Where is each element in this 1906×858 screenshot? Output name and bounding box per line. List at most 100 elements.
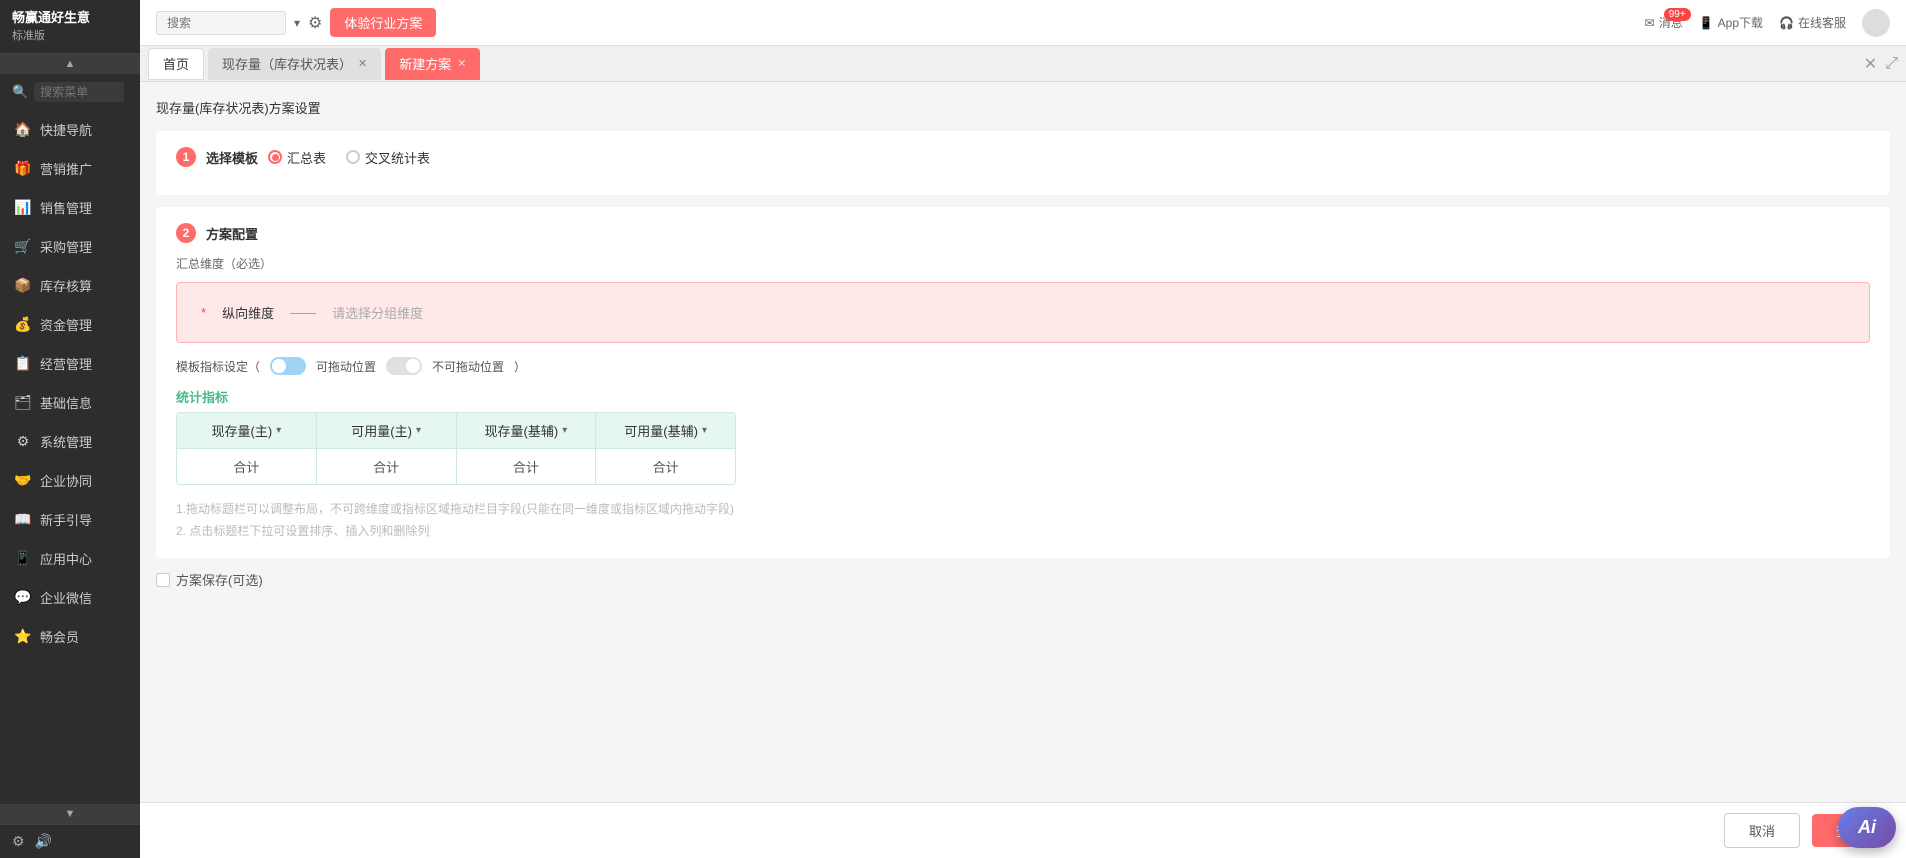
- chevron-down-icon-0: ▾: [276, 425, 281, 436]
- template-settings-label: 模板指标设定（: [176, 358, 260, 375]
- sidebar-bottom: ⚙ 🔊: [0, 824, 140, 858]
- message-btn[interactable]: ✉ 消息 99+: [1645, 14, 1683, 31]
- app-subtitle: 标准版: [12, 27, 128, 43]
- tab-inventory-status[interactable]: 现存量（库存状况表） ✕: [208, 48, 381, 80]
- sidebar-item-operation[interactable]: 📋 经营管理: [0, 344, 140, 383]
- folder-icon: 🗂: [14, 393, 32, 411]
- tab-new-plan-close[interactable]: ✕: [457, 57, 466, 70]
- sidebar-item-sales[interactable]: 📊 销售管理: [0, 188, 140, 227]
- online-service-label: 在线客服: [1798, 14, 1846, 31]
- topbar-search-input[interactable]: [156, 11, 286, 35]
- step1-panel: 1 选择模板 汇总表 交叉统计表: [156, 131, 1890, 195]
- app-download-btn[interactable]: 📱 App下载: [1699, 14, 1763, 31]
- book-icon: 📖: [14, 510, 32, 528]
- sidebar-nav: 🔍 🏠 快捷导航 🎁 营销推广 📊 销售管理 🛒 采购管理 📦 库存核算 💰 资…: [0, 74, 140, 804]
- col-header-2[interactable]: 现存量(基辅) ▾: [457, 413, 597, 448]
- sidebar-item-label: 营销推广: [40, 159, 92, 178]
- handshake-icon: 🤝: [14, 471, 32, 489]
- sidebar-item-quicknav[interactable]: 🏠 快捷导航: [0, 110, 140, 149]
- audio-icon[interactable]: 🔊: [35, 833, 52, 850]
- sidebar-item-finance[interactable]: 💰 资金管理: [0, 305, 140, 344]
- headset-icon: 🎧: [1779, 16, 1794, 30]
- stats-header-row: 现存量(主) ▾ 可用量(主) ▾ 现存量(基辅) ▾ 可用量(基辅) ▾: [177, 413, 735, 449]
- sidebar-item-guide[interactable]: 📖 新手引导: [0, 500, 140, 539]
- dimension-placeholder[interactable]: 请选择分组维度: [332, 303, 423, 322]
- step2-header: 2 方案配置: [176, 223, 1870, 243]
- sidebar-item-basic[interactable]: 🗂 基础信息: [0, 383, 140, 422]
- avatar[interactable]: [1862, 9, 1890, 37]
- stats-data-row: 合计 合计 合计 合计: [177, 449, 735, 484]
- footer-bar: 取消 查询: [140, 802, 1906, 858]
- tab-home[interactable]: 首页: [148, 48, 204, 80]
- cart-icon: 🛒: [14, 237, 32, 255]
- sidebar-search-row[interactable]: 🔍: [0, 74, 140, 110]
- sidebar-item-label: 资金管理: [40, 315, 92, 334]
- topbar-dropdown[interactable]: ▾: [294, 16, 300, 30]
- step1-badge: 1: [176, 147, 196, 167]
- radio-cross[interactable]: 交叉统计表: [346, 148, 430, 167]
- dimension-box: * 纵向维度 —— 请选择分组维度: [176, 282, 1870, 343]
- cancel-button[interactable]: 取消: [1724, 813, 1800, 848]
- main-area: ▾ ⚙ 体验行业方案 ✉ 消息 99+ 📱 App下载 🎧 在线客服 首页: [140, 0, 1906, 858]
- sidebar-search-input[interactable]: [34, 82, 124, 102]
- radio-summary-circle: [268, 150, 282, 164]
- col-header-1[interactable]: 可用量(主) ▾: [317, 413, 457, 448]
- sidebar-item-label: 企业微信: [40, 588, 92, 607]
- template-settings-row: 模板指标设定（ 可拖动位置 不可拖动位置 ）: [176, 357, 1870, 375]
- sidebar-item-marketing[interactable]: 🎁 营销推广: [0, 149, 140, 188]
- topbar-left: ▾ ⚙ 体验行业方案: [156, 8, 1635, 37]
- sidebar-item-enterprise[interactable]: 🤝 企业协同: [0, 461, 140, 500]
- ai-bubble[interactable]: Ai: [1838, 807, 1896, 848]
- radio-summary[interactable]: 汇总表: [268, 148, 326, 167]
- step2-panel: 2 方案配置 汇总维度（必选） * 纵向维度 —— 请选择分组维度 模板指标设定…: [156, 207, 1890, 558]
- stats-section-label: 统计指标: [176, 387, 1870, 406]
- topbar-gear-icon[interactable]: ⚙: [308, 13, 322, 33]
- col-header-0[interactable]: 现存量(主) ▾: [177, 413, 317, 448]
- sidebar-item-label: 系统管理: [40, 432, 92, 451]
- col-label-0: 现存量(主): [212, 421, 273, 440]
- sidebar-item-label: 销售管理: [40, 198, 92, 217]
- chevron-down-icon-1: ▾: [416, 425, 421, 436]
- sidebar-item-appcenter[interactable]: 📱 应用中心: [0, 539, 140, 578]
- close-window-icon[interactable]: ✕: [1864, 54, 1877, 74]
- step1-header: 1 选择模板 汇总表 交叉统计表: [176, 147, 1870, 167]
- trial-plan-button[interactable]: 体验行业方案: [330, 8, 436, 37]
- settings-icon[interactable]: ⚙: [12, 833, 25, 850]
- tab-new-plan[interactable]: 新建方案 ✕: [385, 48, 480, 80]
- star-icon: ⭐: [14, 627, 32, 645]
- expand-window-icon[interactable]: ⤢: [1885, 55, 1898, 73]
- sidebar-item-inventory[interactable]: 📦 库存核算: [0, 266, 140, 305]
- search-icon: 🔍: [12, 84, 28, 100]
- dimension-dashes: ——: [290, 305, 316, 320]
- box-icon: 📦: [14, 276, 32, 294]
- tip-0: 1.拖动标题栏可以调整布局，不可跨维度或指标区域拖动栏目字段(只能在同一维度或指…: [176, 499, 1870, 521]
- chart-icon: 📊: [14, 198, 32, 216]
- col-header-3[interactable]: 可用量(基辅) ▾: [596, 413, 735, 448]
- save-checkbox-row: 方案保存(可选): [156, 570, 1890, 589]
- draggable-toggle[interactable]: [270, 357, 306, 375]
- tab-inventory-close[interactable]: ✕: [358, 57, 367, 70]
- sidebar-item-wechat[interactable]: 💬 企业微信: [0, 578, 140, 617]
- home-icon: 🏠: [14, 120, 32, 138]
- tips-section: 1.拖动标题栏可以调整布局，不可跨维度或指标区域拖动栏目字段(只能在同一维度或指…: [176, 499, 1870, 542]
- page-title: 现存量(库存状况表)方案设置: [156, 98, 1890, 117]
- sidebar-scroll-up[interactable]: ▲: [0, 54, 140, 74]
- sidebar-item-label: 新手引导: [40, 510, 92, 529]
- content-area: 现存量(库存状况表)方案设置 1 选择模板 汇总表 交叉统计表: [140, 82, 1906, 802]
- non-draggable-toggle[interactable]: [386, 357, 422, 375]
- sidebar-item-member[interactable]: ⭐ 畅会员: [0, 617, 140, 656]
- sidebar-item-label: 库存核算: [40, 276, 92, 295]
- sidebar-item-purchase[interactable]: 🛒 采购管理: [0, 227, 140, 266]
- tip-0-text: 1.拖动标题栏可以调整布局，不可跨维度或指标区域拖动栏目字段(只能在同一维度或指…: [176, 499, 734, 521]
- non-draggable-label: 不可拖动位置: [432, 358, 504, 375]
- online-service-btn[interactable]: 🎧 在线客服: [1779, 14, 1846, 31]
- sidebar-scroll-down[interactable]: ▼: [0, 804, 140, 824]
- phone-icon: 📱: [1699, 16, 1714, 30]
- sidebar-item-label: 经营管理: [40, 354, 92, 373]
- sidebar-item-label: 快捷导航: [40, 120, 92, 139]
- step1-title: 选择模板: [206, 148, 258, 167]
- chat-icon: 💬: [14, 588, 32, 606]
- sidebar-item-system[interactable]: ⚙ 系统管理: [0, 422, 140, 461]
- message-badge: 99+: [1664, 8, 1691, 21]
- save-checkbox[interactable]: [156, 573, 170, 587]
